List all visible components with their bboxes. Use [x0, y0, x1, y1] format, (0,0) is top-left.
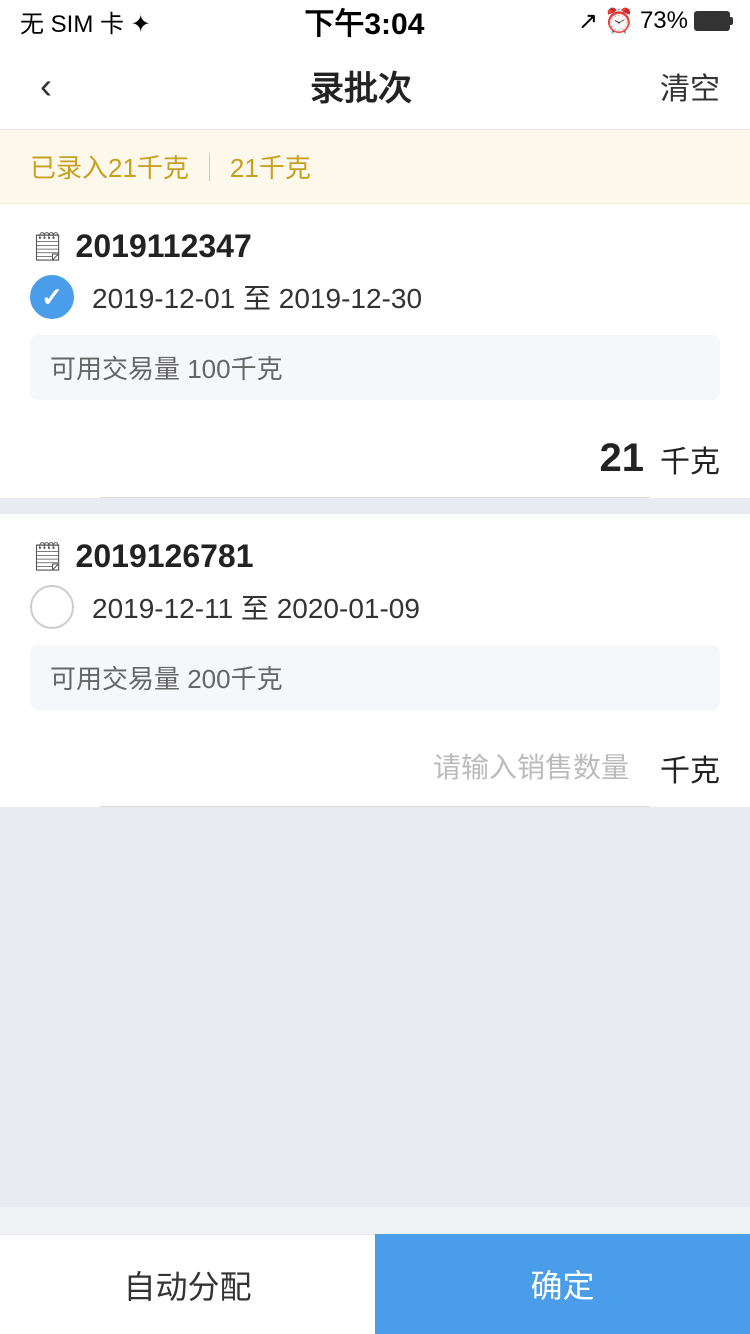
info-divider — [209, 153, 210, 181]
no-sim-text: 无 SIM 卡 ✦ — [20, 4, 151, 39]
batch-date-row-1: ✓ 2019-12-01 至 2019-12-30 — [30, 275, 720, 319]
input-row-2: 千克 — [0, 730, 750, 806]
clear-button[interactable]: 清空 — [660, 64, 720, 108]
input-unit-2: 千克 — [660, 746, 720, 790]
radio-button-1[interactable]: ✓ — [30, 275, 74, 319]
batch-date-2: 2019-12-11 至 2020-01-09 — [92, 587, 420, 627]
auto-distribute-button[interactable]: 自动分配 — [0, 1234, 375, 1334]
avail-box-2: 可用交易量 200千克 — [30, 645, 720, 710]
batch-item-2: 🗒 2019126781 2019-12-11 至 2020-01-09 可用交… — [0, 514, 750, 710]
batch-id-1: 2019112347 — [76, 228, 252, 265]
nav-bar: ‹ 录批次 清空 — [0, 42, 750, 130]
status-bar-time: 下午3:04 — [304, 0, 424, 43]
avail-box-1: 可用交易量 100千克 — [30, 335, 720, 400]
battery-icon — [694, 11, 730, 31]
batch-icon-2: 🗒 — [30, 540, 66, 573]
amount-unit-1: 千克 — [660, 437, 720, 481]
info-banner: 已录入21千克 21千克 — [0, 130, 750, 204]
batch-card-1: 🗒 2019112347 ✓ 2019-12-01 至 2019-12-30 可… — [0, 204, 750, 498]
batch-item-1: 🗒 2019112347 ✓ 2019-12-01 至 2019-12-30 可… — [0, 204, 750, 400]
radio-button-2[interactable] — [30, 585, 74, 629]
back-button[interactable]: ‹ — [30, 55, 62, 117]
batch-card-2: 🗒 2019126781 2019-12-11 至 2020-01-09 可用交… — [0, 514, 750, 807]
batch-date-row-2: 2019-12-11 至 2020-01-09 — [30, 585, 720, 629]
batch-header-2: 🗒 2019126781 — [30, 538, 720, 575]
confirm-button[interactable]: 确定 — [375, 1234, 750, 1334]
amount-value-1: 21 — [600, 436, 645, 481]
sale-quantity-input[interactable] — [344, 751, 644, 785]
bottom-bar: 自动分配 确定 — [0, 1234, 750, 1334]
recorded-amount-label: 已录入21千克 — [30, 148, 189, 185]
alarm-icon: ⏰ — [604, 7, 634, 36]
page-title: 录批次 — [310, 61, 412, 110]
batch-header-1: 🗒 2019112347 — [30, 228, 720, 265]
section-gap — [0, 498, 750, 514]
batch-date-1: 2019-12-01 至 2019-12-30 — [92, 277, 422, 317]
check-icon-1: ✓ — [41, 282, 63, 313]
content-area: 🗒 2019112347 ✓ 2019-12-01 至 2019-12-30 可… — [0, 204, 750, 1307]
amount-row-1: 21 千克 — [0, 420, 750, 497]
batch-id-2: 2019126781 — [76, 538, 254, 575]
status-bar-right: ↗ ⏰ 73% — [578, 7, 730, 36]
batch-icon-1: 🗒 — [30, 230, 66, 263]
status-bar: 无 SIM 卡 ✦ 下午3:04 ↗ ⏰ 73% — [0, 0, 750, 42]
location-icon: ↗ — [578, 7, 598, 36]
empty-area — [0, 807, 750, 1207]
status-bar-left: 无 SIM 卡 ✦ — [20, 4, 151, 39]
amount-label: 21千克 — [230, 148, 311, 185]
battery-text: 73% — [640, 7, 688, 35]
